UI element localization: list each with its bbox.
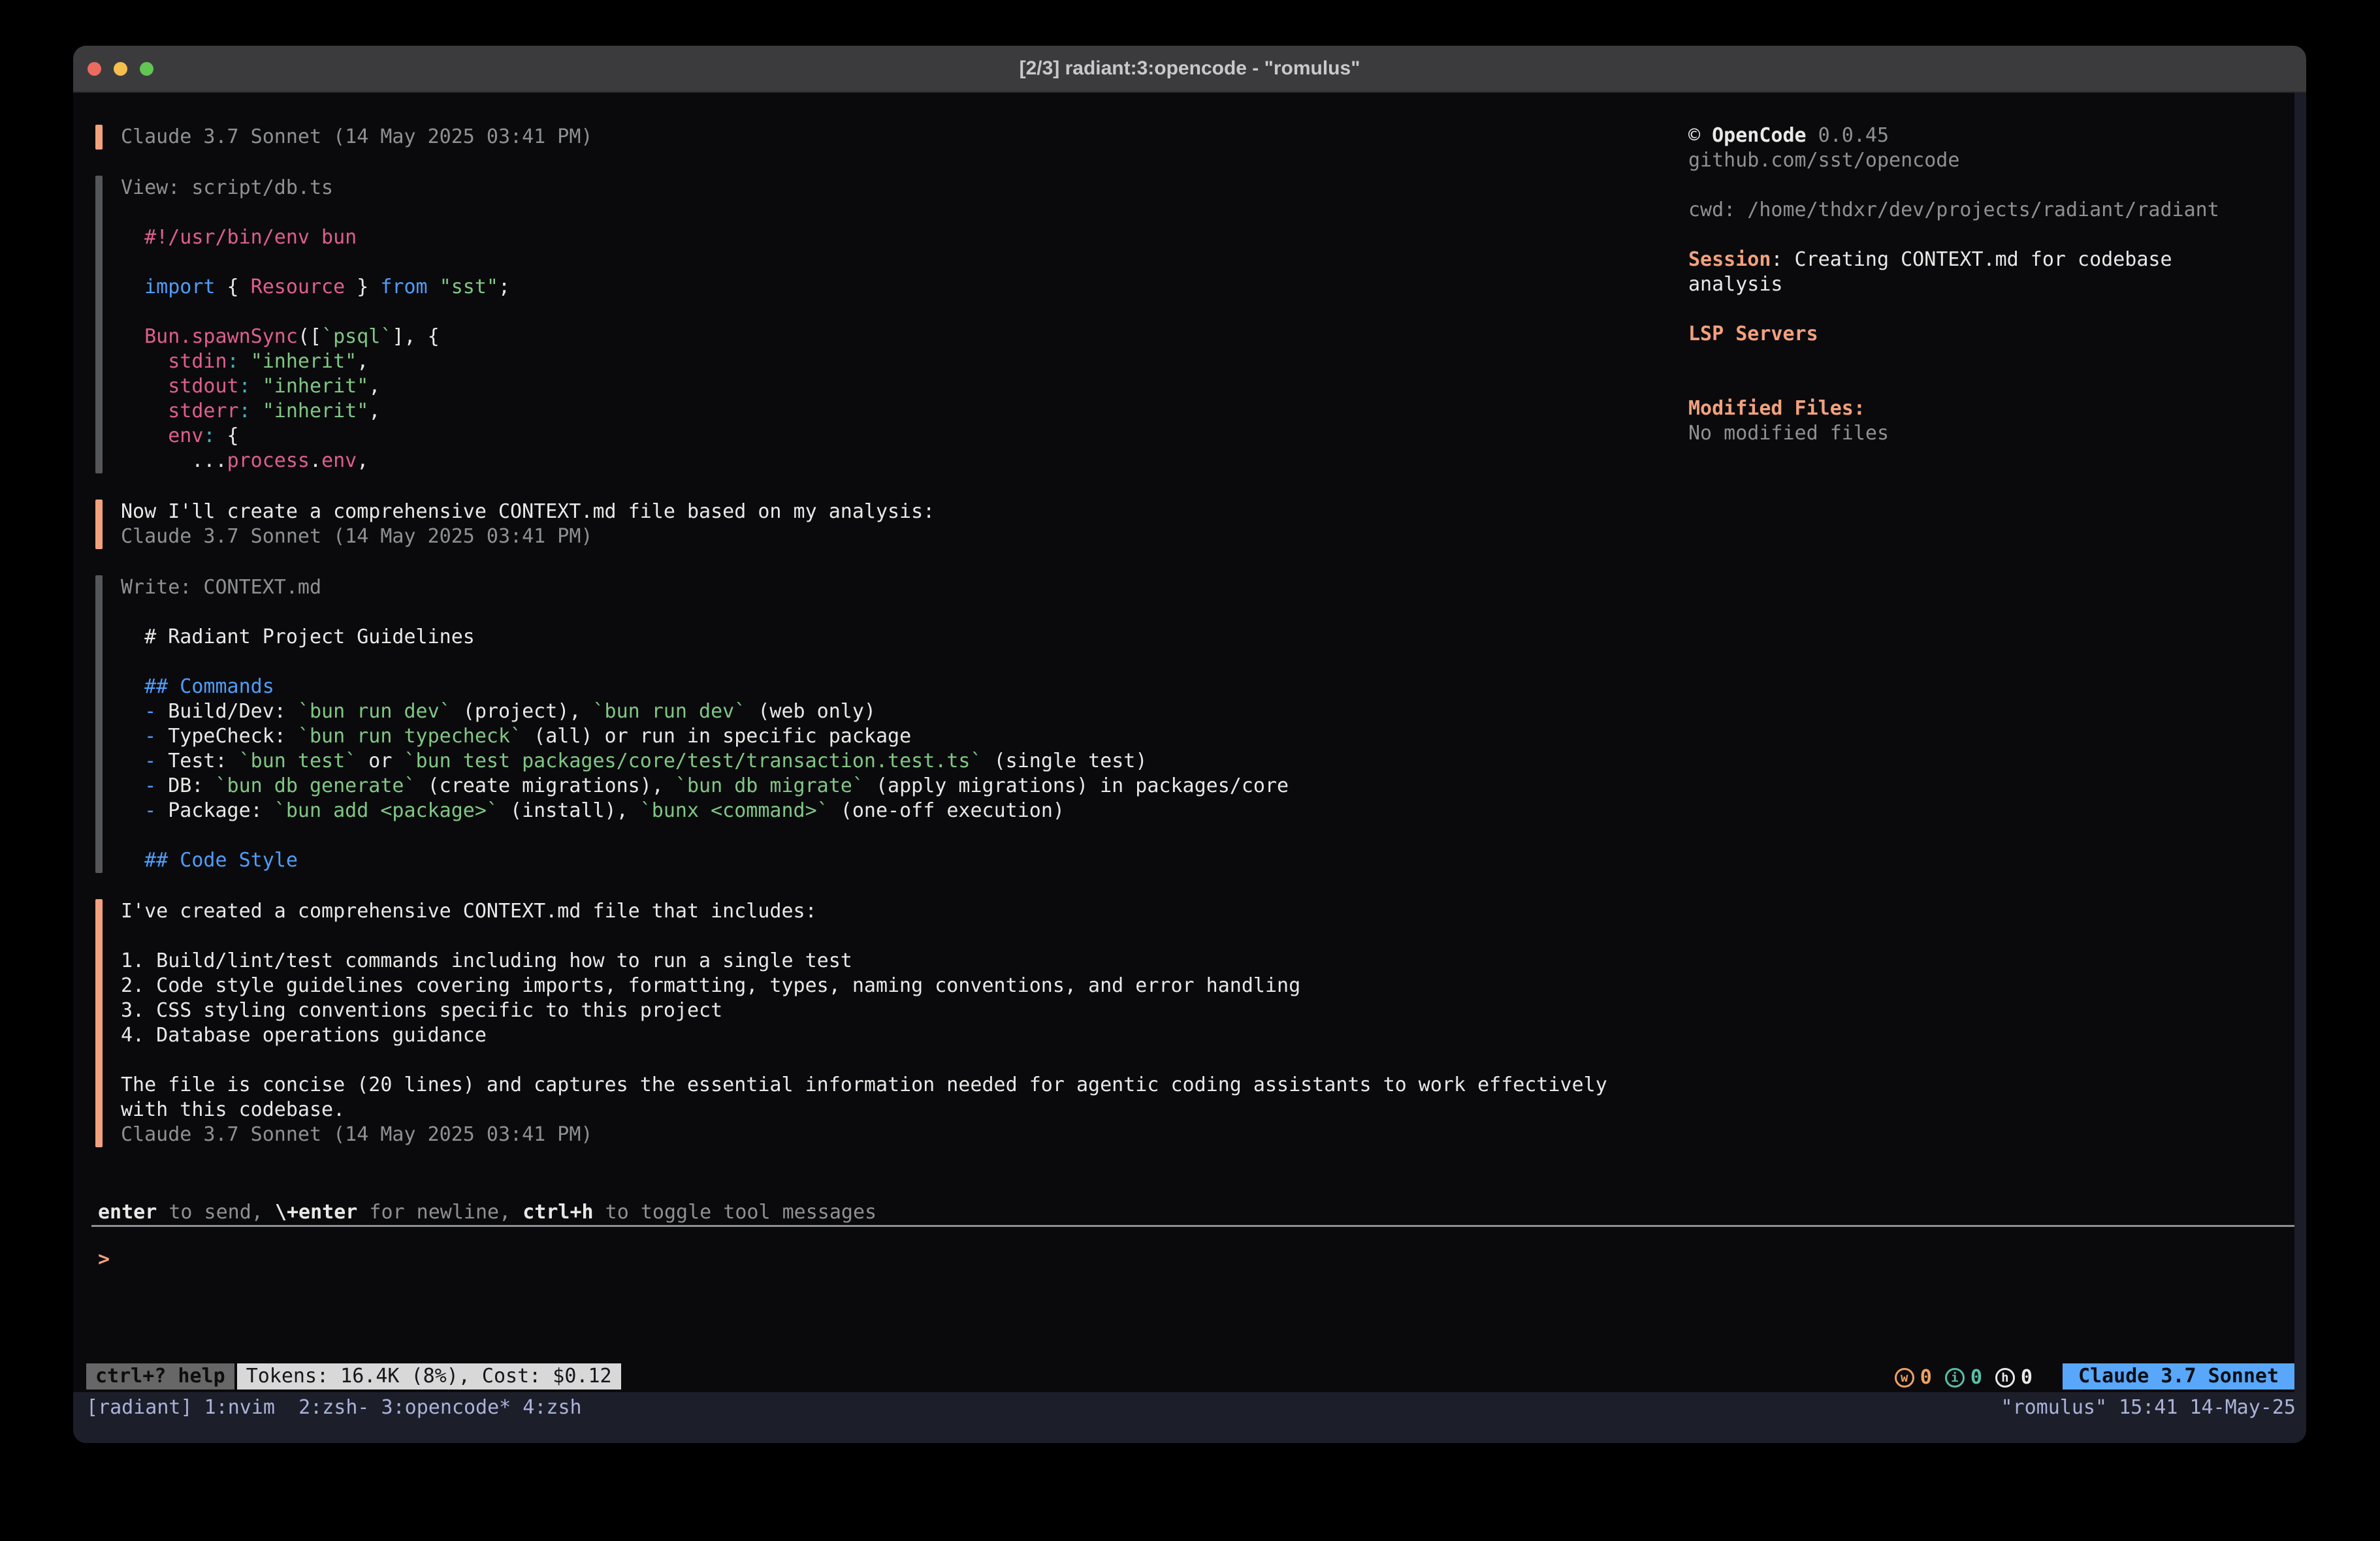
h-circle-icon: h <box>1995 1368 2015 1388</box>
text-line <box>121 300 510 325</box>
message-block: View: script/db.ts #!/usr/bin/env bun im… <box>95 176 1696 473</box>
window-titlebar[interactable]: [2/3] radiant:3:opencode - "romulus" <box>73 46 2306 93</box>
status-bar: ctrl+? help Tokens: 16.4K (8%), Cost: $0… <box>86 1363 2294 1390</box>
text-line: - Test: `bun test` or `bun test packages… <box>121 749 1289 774</box>
text-line <box>121 250 510 275</box>
text-line: 1. Build/lint/test commands including ho… <box>121 949 1607 974</box>
tokens-cost-indicator: Tokens: 16.4K (8%), Cost: $0.12 <box>237 1363 621 1390</box>
h-counter: h0 <box>1995 1365 2033 1390</box>
text-line: env: { <box>121 424 510 449</box>
text-line: cwd: /home/thdxr/dev/projects/radiant/ra… <box>1688 198 2257 223</box>
message-block: Now I'll create a comprehensive CONTEXT.… <box>95 500 1696 549</box>
text-line <box>121 200 510 225</box>
terminal-window: [2/3] radiant:3:opencode - "romulus" Cla… <box>73 46 2306 1443</box>
text-line <box>121 650 1289 675</box>
text-line <box>1688 372 2257 396</box>
text-line: No modified files <box>1688 421 2257 446</box>
text-line: 2. Code style guidelines covering import… <box>121 974 1607 998</box>
orange-accent-bar <box>95 125 103 150</box>
text-line: import { Resource } from "sst"; <box>121 275 510 300</box>
status-left: ctrl+? help Tokens: 16.4K (8%), Cost: $0… <box>86 1363 621 1390</box>
text-line: I've created a comprehensive CONTEXT.md … <box>121 899 1607 924</box>
text-line <box>1688 173 2257 198</box>
text-line <box>121 823 1289 848</box>
text-line: - TypeCheck: `bun run typecheck` (all) o… <box>121 724 1289 749</box>
keybinding-hint: enter to send, \+enter for newline, ctrl… <box>98 1200 876 1225</box>
prompt-symbol: > <box>98 1248 110 1271</box>
w-circle-icon: w <box>1895 1368 1914 1388</box>
text-line: ...process.env, <box>121 449 510 473</box>
text-line: Session: Creating CONTEXT.md for codebas… <box>1688 247 2257 272</box>
message-input[interactable]: > <box>98 1247 110 1272</box>
text-line <box>1688 297 2257 322</box>
text-line: Now I'll create a comprehensive CONTEXT.… <box>121 500 935 524</box>
text-line: #!/usr/bin/env bun <box>121 225 510 250</box>
text-line: Write: CONTEXT.md <box>121 575 1289 600</box>
text-line <box>1688 223 2257 247</box>
text-line: View: script/db.ts <box>121 176 510 200</box>
text-line: analysis <box>1688 272 2257 297</box>
text-line: github.com/sst/opencode <box>1688 148 2257 173</box>
close-button[interactable] <box>88 62 101 76</box>
i-counter: i0 <box>1945 1365 1982 1390</box>
text-line: 4. Database operations guidance <box>121 1023 1607 1048</box>
window-title: [2/3] radiant:3:opencode - "romulus" <box>1020 57 1360 80</box>
text-line: - Package: `bun add <package>` (install)… <box>121 799 1289 823</box>
text-line: # Radiant Project Guidelines <box>121 625 1289 650</box>
desktop-background: [2/3] radiant:3:opencode - "romulus" Cla… <box>0 0 2380 1541</box>
text-line: - DB: `bun db generate` (create migratio… <box>121 774 1289 799</box>
gray-accent-bar <box>95 176 103 473</box>
text-line: Modified Files: <box>1688 396 2257 421</box>
orange-accent-bar <box>95 500 103 549</box>
model-badge[interactable]: Claude 3.7 Sonnet <box>2063 1363 2294 1390</box>
text-line: ## Commands <box>121 675 1289 699</box>
text-line: 3. CSS styling conventions specific to t… <box>121 998 1607 1023</box>
text-line: - Build/Dev: `bun run dev` (project), `b… <box>121 699 1289 724</box>
text-line <box>121 924 1607 949</box>
status-right: w0 i0 h0 Claude 3.7 Sonnet <box>1895 1363 2294 1390</box>
text-line: Claude 3.7 Sonnet (14 May 2025 03:41 PM) <box>121 1122 1607 1147</box>
input-divider <box>91 1225 2294 1227</box>
text-line: stderr: "inherit", <box>121 399 510 424</box>
opencode-tui: Claude 3.7 Sonnet (14 May 2025 03:41 PM)… <box>73 93 2294 1392</box>
text-line: © OpenCode 0.0.45 <box>1688 123 2257 148</box>
chat-transcript[interactable]: Claude 3.7 Sonnet (14 May 2025 03:41 PM)… <box>95 125 1696 1173</box>
text-line: stdin: "inherit", <box>121 349 510 374</box>
w-counter: w0 <box>1895 1365 1932 1390</box>
tmux-status-bar: [radiant] 1:nvim 2:zsh- 3:opencode* 4:zs… <box>73 1392 2306 1443</box>
help-button[interactable]: ctrl+? help <box>86 1363 234 1390</box>
text-line: Claude 3.7 Sonnet (14 May 2025 03:41 PM) <box>121 524 935 549</box>
session-sidebar: © OpenCode 0.0.45github.com/sst/opencode… <box>1688 123 2257 446</box>
minimize-button[interactable] <box>114 62 127 76</box>
text-line: Claude 3.7 Sonnet (14 May 2025 03:41 PM) <box>121 125 592 150</box>
text-line <box>121 600 1289 625</box>
message-block: Write: CONTEXT.md # Radiant Project Guid… <box>95 575 1696 873</box>
traffic-lights <box>88 46 153 91</box>
text-line: The file is concise (20 lines) and captu… <box>121 1073 1607 1098</box>
text-line <box>121 1048 1607 1073</box>
diff-counters: w0 i0 h0 <box>1895 1363 2046 1390</box>
text-line: ## Code Style <box>121 848 1289 873</box>
tmux-window-list[interactable]: [radiant] 1:nvim 2:zsh- 3:opencode* 4:zs… <box>86 1395 582 1420</box>
text-line <box>1688 347 2257 372</box>
message-block: I've created a comprehensive CONTEXT.md … <box>95 899 1696 1147</box>
gray-accent-bar <box>95 575 103 873</box>
text-line: stdout: "inherit", <box>121 374 510 399</box>
orange-accent-bar <box>95 899 103 1147</box>
text-line: with this codebase. <box>121 1098 1607 1122</box>
text-line: Bun.spawnSync([`psql`], { <box>121 325 510 349</box>
tmux-session-clock: "romulus" 15:41 14-May-25 <box>2001 1395 2296 1420</box>
text-line: LSP Servers <box>1688 322 2257 347</box>
i-circle-icon: i <box>1945 1368 1965 1388</box>
message-block: Claude 3.7 Sonnet (14 May 2025 03:41 PM) <box>95 125 1696 150</box>
zoom-button[interactable] <box>140 62 153 76</box>
